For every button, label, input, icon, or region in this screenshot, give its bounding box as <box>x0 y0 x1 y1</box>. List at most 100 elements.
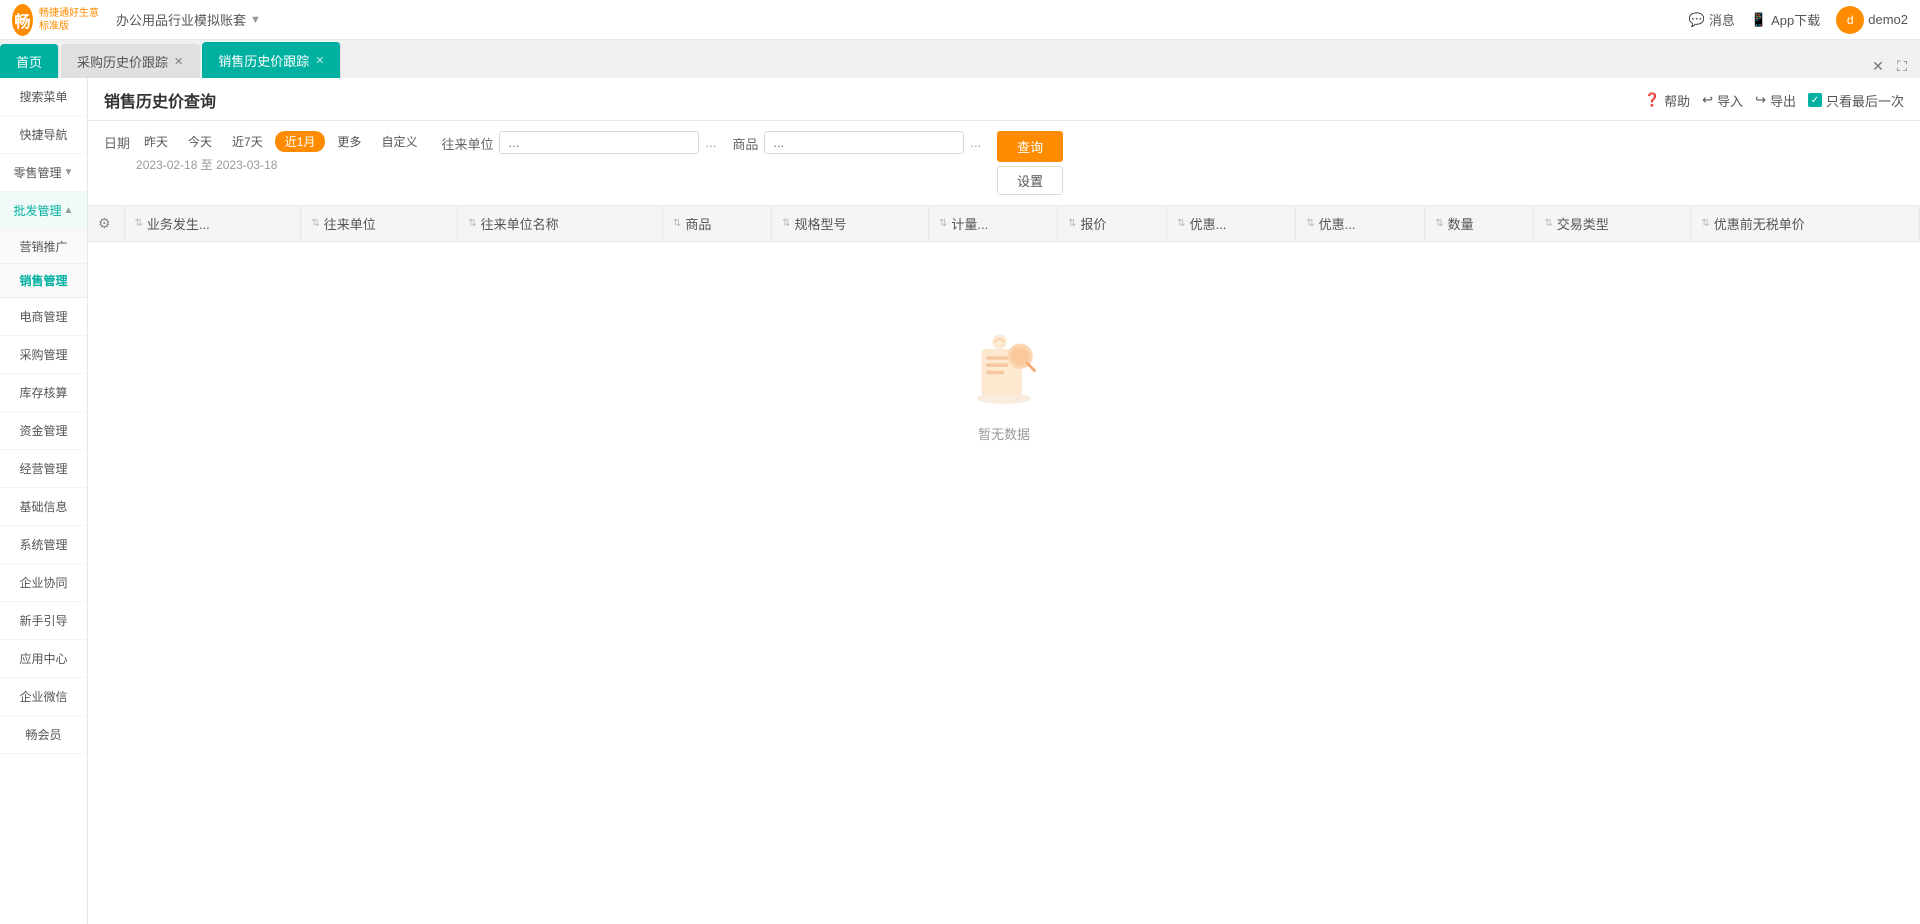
goods-input[interactable] <box>764 131 964 154</box>
filter-7days[interactable]: 近7天 <box>224 131 271 152</box>
sidebar-label-operations: 经营管理 <box>19 462 67 476</box>
th-settings[interactable]: ⚙ <box>88 206 124 242</box>
only-last-checkbox[interactable]: ✓ 只看最后一次 <box>1808 91 1904 110</box>
filter-custom[interactable]: 自定义 <box>373 131 425 152</box>
sidebar-item-wholesale[interactable]: 批发管理 ▲ <box>0 192 87 230</box>
sidebar-label-wholesale: 批发管理 <box>14 202 62 219</box>
user-area[interactable]: d demo2 <box>1836 6 1908 34</box>
tab-bar: 首页 采购历史价跟踪 ✕ 销售历史价跟踪 ✕ ✕ ⛶ <box>0 40 1920 78</box>
goods-label: 商品 <box>732 132 758 153</box>
sidebar-item-purchase[interactable]: 采购管理 <box>0 336 87 374</box>
tab-sales-label: 销售历史价跟踪 <box>218 51 309 70</box>
sidebar-label-basic-info: 基础信息 <box>19 500 67 514</box>
help-btn[interactable]: ❓ 帮助 <box>1644 91 1690 110</box>
sidebar-item-inventory[interactable]: 库存核算 <box>0 374 87 412</box>
tab-close-all-btn[interactable]: ✕ <box>1868 56 1888 76</box>
settings-gear-icon[interactable]: ⚙ <box>98 215 111 231</box>
help-label: 帮助 <box>1664 91 1690 110</box>
sidebar-label-search-menu: 搜索菜单 <box>19 90 67 104</box>
tab-purchase-label: 采购历史价跟踪 <box>77 52 168 71</box>
sidebar-item-member[interactable]: 畅会员 <box>0 716 87 754</box>
tab-home[interactable]: 首页 <box>0 44 59 78</box>
tab-home-label: 首页 <box>16 52 42 71</box>
app-download-btn[interactable]: 📱 App下载 <box>1751 10 1820 29</box>
sidebar-item-system[interactable]: 系统管理 <box>0 526 87 564</box>
tab-purchase-close[interactable]: ✕ <box>174 55 183 68</box>
sidebar-item-marketing[interactable]: 营销推广 <box>0 230 87 264</box>
source-label: 往来单位 <box>441 132 493 153</box>
th-trade-type[interactable]: ⇅ 交易类型 <box>1534 206 1691 242</box>
sidebar-item-wechat[interactable]: 企业微信 <box>0 678 87 716</box>
goods-filter-group: 商品 ... <box>732 131 981 154</box>
th-quantity[interactable]: ⇅ 数量 <box>1425 206 1534 242</box>
logo-text: 畅捷通好生意 标准版 <box>39 7 100 33</box>
th-quote[interactable]: ⇅ 报价 <box>1058 206 1167 242</box>
import-icon: ↩ <box>1702 92 1713 108</box>
sidebar-label-marketing: 营销推广 <box>19 240 67 254</box>
filter-yesterday[interactable]: 昨天 <box>136 131 176 152</box>
tab-sales-close[interactable]: ✕ <box>315 54 324 67</box>
th-partner-name[interactable]: ⇅ 往来单位名称 <box>458 206 663 242</box>
sidebar-label-guide: 新手引导 <box>19 614 67 628</box>
th-discount1-label: 优惠... <box>1190 214 1227 233</box>
search-btn[interactable]: 查询 <box>997 131 1063 162</box>
sidebar-label-system: 系统管理 <box>19 538 67 552</box>
th-partner-code[interactable]: ⇅ 往来单位 <box>301 206 458 242</box>
th-partner-name-label: 往来单位名称 <box>481 214 559 233</box>
source-filter-group: 往来单位 ... <box>441 131 716 154</box>
sidebar-item-enterprise[interactable]: 企业协同 <box>0 564 87 602</box>
sidebar-label-wechat: 企业微信 <box>19 690 67 704</box>
tab-purchase-history[interactable]: 采购历史价跟踪 ✕ <box>61 44 200 78</box>
sidebar-item-finance[interactable]: 资金管理 <box>0 412 87 450</box>
date-filter-group: 日期 昨天 今天 近7天 近1月 更多 自定义 2023-02-18 至 202… <box>104 131 425 173</box>
message-btn[interactable]: 💬 消息 <box>1689 10 1735 29</box>
th-business-date[interactable]: ⇅ 业务发生... <box>124 206 301 242</box>
th-discount1[interactable]: ⇅ 优惠... <box>1167 206 1296 242</box>
sidebar-item-ecommerce[interactable]: 电商管理 <box>0 298 87 336</box>
th-goods[interactable]: ⇅ 商品 <box>662 206 771 242</box>
avatar: d <box>1836 6 1864 34</box>
tab-fullscreen-btn[interactable]: ⛶ <box>1892 56 1912 76</box>
th-partner-name-sort-icon: ⇅ <box>468 218 476 229</box>
date-filter-label: 日期 <box>104 131 130 152</box>
import-btn[interactable]: ↩ 导入 <box>1702 91 1743 110</box>
wholesale-arrow-icon: ▲ <box>64 205 74 216</box>
header-right: 💬 消息 📱 App下载 d demo2 <box>1689 6 1908 34</box>
th-spec[interactable]: ⇅ 规格型号 <box>772 206 929 242</box>
sidebar-item-app-center[interactable]: 应用中心 <box>0 640 87 678</box>
system-title: 办公用品行业模拟账套 <box>116 10 246 29</box>
username: demo2 <box>1868 12 1908 27</box>
sidebar-item-guide[interactable]: 新手引导 <box>0 602 87 640</box>
th-pretax-price-label: 优惠前无税单价 <box>1714 214 1805 233</box>
export-btn[interactable]: ↪ 导出 <box>1755 91 1796 110</box>
th-goods-sort-icon: ⇅ <box>673 218 681 229</box>
sidebar-item-basic-info[interactable]: 基础信息 <box>0 488 87 526</box>
message-icon: 💬 <box>1689 12 1705 28</box>
date-filter-options: 昨天 今天 近7天 近1月 更多 自定义 2023-02-18 至 2023-0… <box>136 131 425 173</box>
header-left: 畅 畅捷通好生意 标准版 办公用品行业模拟账套 ▼ <box>12 4 261 36</box>
filter-more[interactable]: 更多 <box>329 131 369 152</box>
th-pretax-price[interactable]: ⇅ 优惠前无税单价 <box>1691 206 1920 242</box>
filter-1month[interactable]: 近1月 <box>275 131 326 152</box>
top-header: 畅 畅捷通好生意 标准版 办公用品行业模拟账套 ▼ 💬 消息 📱 App下载 d… <box>0 0 1920 40</box>
th-unit[interactable]: ⇅ 计量... <box>928 206 1057 242</box>
tab-sales-history[interactable]: 销售历史价跟踪 ✕ <box>202 42 341 78</box>
settings-btn[interactable]: 设置 <box>997 166 1063 195</box>
sidebar-label-quick-nav: 快捷导航 <box>19 128 67 142</box>
system-title-area[interactable]: 办公用品行业模拟账套 ▼ <box>116 10 261 29</box>
logo-icon: 畅 <box>12 4 33 36</box>
th-discount2[interactable]: ⇅ 优惠... <box>1296 206 1425 242</box>
goods-dots[interactable]: ... <box>970 135 981 150</box>
th-pretax-price-sort-icon: ⇅ <box>1701 218 1709 229</box>
sidebar-item-sales-manage[interactable]: 销售管理 <box>0 264 87 298</box>
th-partner-code-sort-icon: ⇅ <box>311 218 319 229</box>
sidebar-item-retail[interactable]: 零售管理 ▼ <box>0 154 87 192</box>
source-dots[interactable]: ... <box>705 135 716 150</box>
filter-today[interactable]: 今天 <box>180 131 220 152</box>
message-label: 消息 <box>1709 10 1735 29</box>
source-input[interactable] <box>499 131 699 154</box>
sidebar-item-operations[interactable]: 经营管理 <box>0 450 87 488</box>
sidebar-item-search-menu[interactable]: 搜索菜单 <box>0 78 87 116</box>
sidebar-item-quick-nav[interactable]: 快捷导航 <box>0 116 87 154</box>
only-last-label: 只看最后一次 <box>1826 91 1904 110</box>
